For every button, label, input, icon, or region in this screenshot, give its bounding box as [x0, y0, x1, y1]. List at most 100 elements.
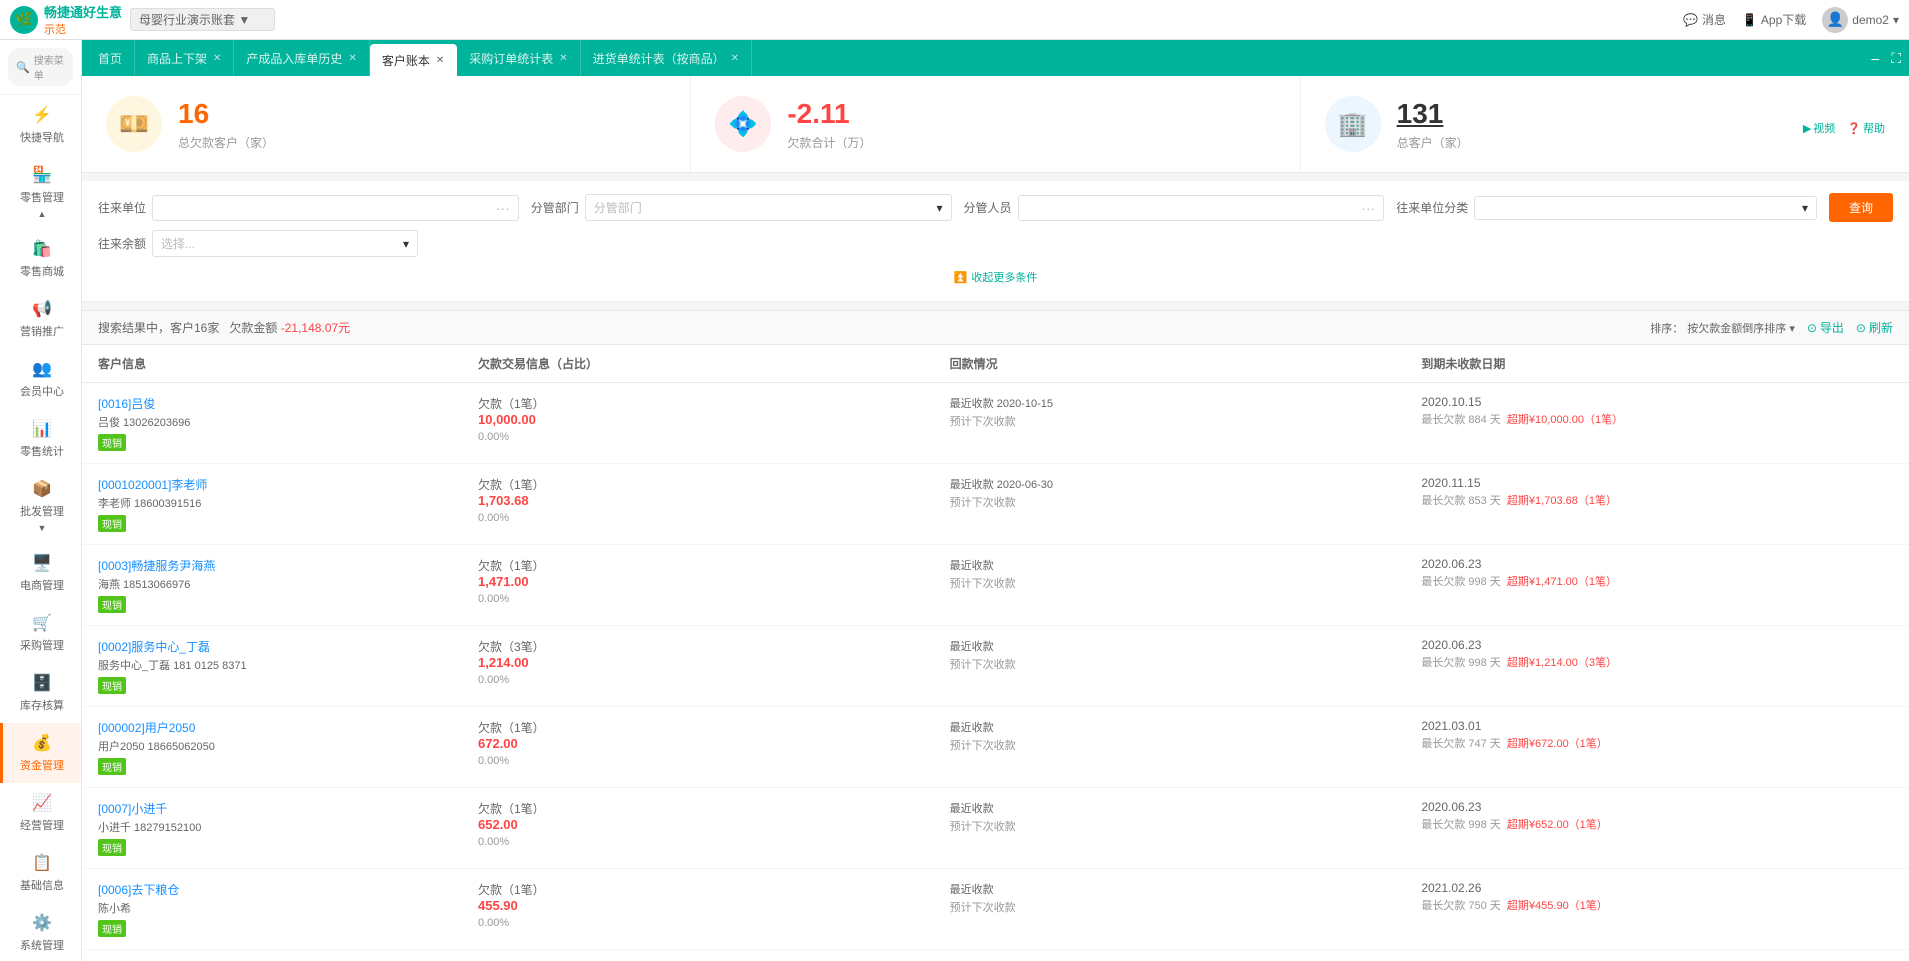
overdue-days: 最长欠款 998 天 超期¥1,471.00（1笔）	[1421, 573, 1893, 589]
sidebar-item-retail-mall[interactable]: 🛍️ 零售商城	[0, 229, 81, 289]
customer-code[interactable]: [0001020001]李老师	[98, 476, 478, 493]
overdue-link[interactable]: 超期¥10,000.00（1笔）	[1507, 414, 1623, 426]
debt-count: 欠款（3笔）	[478, 638, 950, 655]
customer-code[interactable]: [0003]畅捷服务尹海燕	[98, 557, 478, 574]
sidebar-item-retail-mgmt[interactable]: 🏪 零售管理 ▲	[0, 155, 81, 229]
overdue-link[interactable]: 超期¥455.90（1笔）	[1507, 900, 1608, 912]
col-collection: 回款情况	[950, 355, 1422, 372]
sidebar-item-retail-stats[interactable]: 📊 零售统计	[0, 409, 81, 469]
from-unit-dots[interactable]: ···	[496, 200, 510, 216]
overdue-days: 最长欠款 853 天 超期¥1,703.68（1笔）	[1421, 492, 1893, 508]
unit-category-select[interactable]: ▾	[1474, 196, 1817, 220]
sidebar-item-member[interactable]: 👥 会员中心	[0, 349, 81, 409]
overdue-days: 最长欠款 750 天 超期¥455.90（1笔）	[1421, 897, 1893, 913]
sort-select[interactable]: 按欠款金额倒序排序 ▾	[1687, 320, 1795, 336]
due-date-cell: 2021.02.26 最长欠款 750 天 超期¥455.90（1笔）	[1421, 881, 1893, 913]
video-link[interactable]: ▶ 视频	[1803, 120, 1835, 136]
due-date: 2020.06.23	[1421, 800, 1893, 814]
tab-close-1[interactable]: ✕	[213, 53, 221, 64]
due-date-cell: 2021.03.01 最长欠款 747 天 超期¥672.00（1笔）	[1421, 719, 1893, 751]
debt-amount[interactable]: 1,703.68	[478, 493, 950, 508]
dept-select[interactable]: 分管部门 ▾	[585, 194, 952, 221]
customer-name: 李老师 18600391516	[98, 495, 478, 511]
sidebar-item-sys-mgmt[interactable]: ⚙️ 系统管理	[0, 903, 81, 961]
overdue-link[interactable]: 超期¥1,214.00（3笔）	[1507, 657, 1617, 669]
app-download-btn[interactable]: 📱 App下载	[1742, 11, 1806, 28]
debt-amount[interactable]: 10,000.00	[478, 412, 950, 427]
tab-maximize-btn[interactable]: ⛶	[1887, 46, 1905, 71]
search-menu-box[interactable]: 🔍 搜索菜单	[8, 48, 73, 86]
debt-amount[interactable]: 672.00	[478, 736, 950, 751]
tab-close-4[interactable]: ✕	[559, 53, 567, 64]
customer-code[interactable]: [000002]用户2050	[98, 719, 478, 736]
tab-purchase-summary[interactable]: 采购订单统计表 ✕	[457, 40, 580, 76]
collapse-button[interactable]: ⏫ 收起更多条件	[954, 269, 1038, 285]
due-date: 2020.10.15	[1421, 395, 1893, 409]
purchase-icon: 🛒	[32, 613, 52, 633]
sidebar-item-purchase[interactable]: 🛒 采购管理	[0, 603, 81, 663]
messages-btn[interactable]: 💬 消息	[1683, 11, 1726, 28]
tab-close-5[interactable]: ✕	[731, 53, 739, 64]
tab-purchase-product[interactable]: 进货单统计表（按商品） ✕	[581, 40, 752, 76]
overdue-days: 最长欠款 884 天 超期¥10,000.00（1笔）	[1421, 411, 1893, 427]
person-dots[interactable]: ···	[1361, 200, 1375, 216]
tab-close-3[interactable]: ✕	[436, 55, 444, 66]
table-row: [0016]吕俊 吕俊 13026203696 现销 欠款（1笔） 10,000…	[82, 383, 1909, 464]
customer-code[interactable]: [0006]去下粮仓	[98, 881, 478, 898]
sidebar-item-batch-mgmt[interactable]: 📦 批发管理 ▼	[0, 469, 81, 543]
customer-info-cell: [0001020001]李老师 李老师 18600391516 现销	[98, 476, 478, 532]
sidebar-item-inventory[interactable]: 🗄️ 库存核算	[0, 663, 81, 723]
sidebar-item-ecommerce[interactable]: 🖥️ 电商管理	[0, 543, 81, 603]
balance-select[interactable]: 选择... ▾	[152, 230, 418, 257]
help-link[interactable]: ❓ 帮助	[1847, 120, 1885, 136]
customer-code[interactable]: [0002]服务中心_丁磊	[98, 638, 478, 655]
debt-amount[interactable]: 1,214.00	[478, 655, 950, 670]
top-bar-right: 💬 消息 📱 App下载 👤 demo2 ▾	[1683, 7, 1899, 33]
debt-amount[interactable]: 652.00	[478, 817, 950, 832]
overdue-link[interactable]: 超期¥1,471.00（1笔）	[1507, 576, 1617, 588]
sidebar-search[interactable]: 🔍 搜索菜单	[0, 40, 81, 95]
export-btn[interactable]: ⊙ 导出	[1807, 319, 1844, 336]
overdue-link[interactable]: 超期¥1,703.68（1笔）	[1507, 495, 1617, 507]
search-button[interactable]: 查询	[1829, 193, 1893, 222]
stat-info-total: 131 总客户（家）	[1397, 97, 1787, 152]
ops-icon: 📈	[32, 793, 52, 813]
store-selector[interactable]: 母婴行业演示账套 ▼	[130, 8, 275, 31]
next-collection: 预计下次收款	[950, 575, 1422, 591]
debt-amount[interactable]: 1,471.00	[478, 574, 950, 589]
refresh-btn[interactable]: ⊙ 刷新	[1856, 319, 1893, 336]
person-input[interactable]: ···	[1018, 195, 1385, 221]
stat-overdue-amount: 💠 -2.11 欠款合计（万）	[691, 76, 1300, 172]
tab-bar: 首页 商品上下架 ✕ 产成品入库单历史 ✕ 客户账本 ✕ 采购订单统计表 ✕ 进…	[82, 40, 1909, 76]
latest-collection: 最近收款	[950, 557, 1422, 573]
sidebar-item-finance[interactable]: 💰 资金管理	[0, 723, 81, 783]
debt-amount[interactable]: 455.90	[478, 898, 950, 913]
sidebar-item-quick-nav[interactable]: ⚡ 快捷导航	[0, 95, 81, 155]
customer-code[interactable]: [0007]小进千	[98, 800, 478, 817]
col-customer-info: 客户信息	[98, 355, 478, 372]
customer-tag: 现销	[98, 596, 126, 613]
tab-home[interactable]: 首页	[86, 40, 135, 76]
overdue-link[interactable]: 超期¥672.00（1笔）	[1507, 738, 1608, 750]
user-menu[interactable]: 👤 demo2 ▾	[1822, 7, 1899, 33]
tab-close-2[interactable]: ✕	[348, 53, 356, 64]
tab-product-history[interactable]: 产成品入库单历史 ✕	[234, 40, 369, 76]
table-row: [0003]畅捷服务尹海燕 海燕 18513066976 现销 欠款（1笔） 1…	[82, 545, 1909, 626]
overdue-link[interactable]: 超期¥652.00（1笔）	[1507, 819, 1608, 831]
ecommerce-icon: 🖥️	[32, 553, 52, 573]
sidebar-item-marketing[interactable]: 📢 营销推广	[0, 289, 81, 349]
debt-count: 欠款（1笔）	[478, 395, 950, 412]
sidebar-item-basic-info[interactable]: 📋 基础信息	[0, 843, 81, 903]
tab-customer-account[interactable]: 客户账本 ✕	[370, 44, 457, 76]
debt-ratio: 0.00%	[478, 674, 950, 686]
debt-info-cell: 欠款（3笔） 1,214.00 0.00%	[478, 638, 950, 686]
table-row: [000002]用户2050 用户2050 18665062050 现销 欠款（…	[82, 707, 1909, 788]
tab-minimize-btn[interactable]: –	[1867, 46, 1883, 70]
tab-product-offline[interactable]: 商品上下架 ✕	[135, 40, 234, 76]
customer-name: 用户2050 18665062050	[98, 738, 478, 754]
customer-code[interactable]: [0016]吕俊	[98, 395, 478, 412]
overdue-amount-value: -2.11	[787, 97, 1275, 131]
sidebar-item-ops[interactable]: 📈 经营管理	[0, 783, 81, 843]
from-unit-input[interactable]: ···	[152, 195, 519, 221]
customer-info-cell: [0003]畅捷服务尹海燕 海燕 18513066976 现销	[98, 557, 478, 613]
